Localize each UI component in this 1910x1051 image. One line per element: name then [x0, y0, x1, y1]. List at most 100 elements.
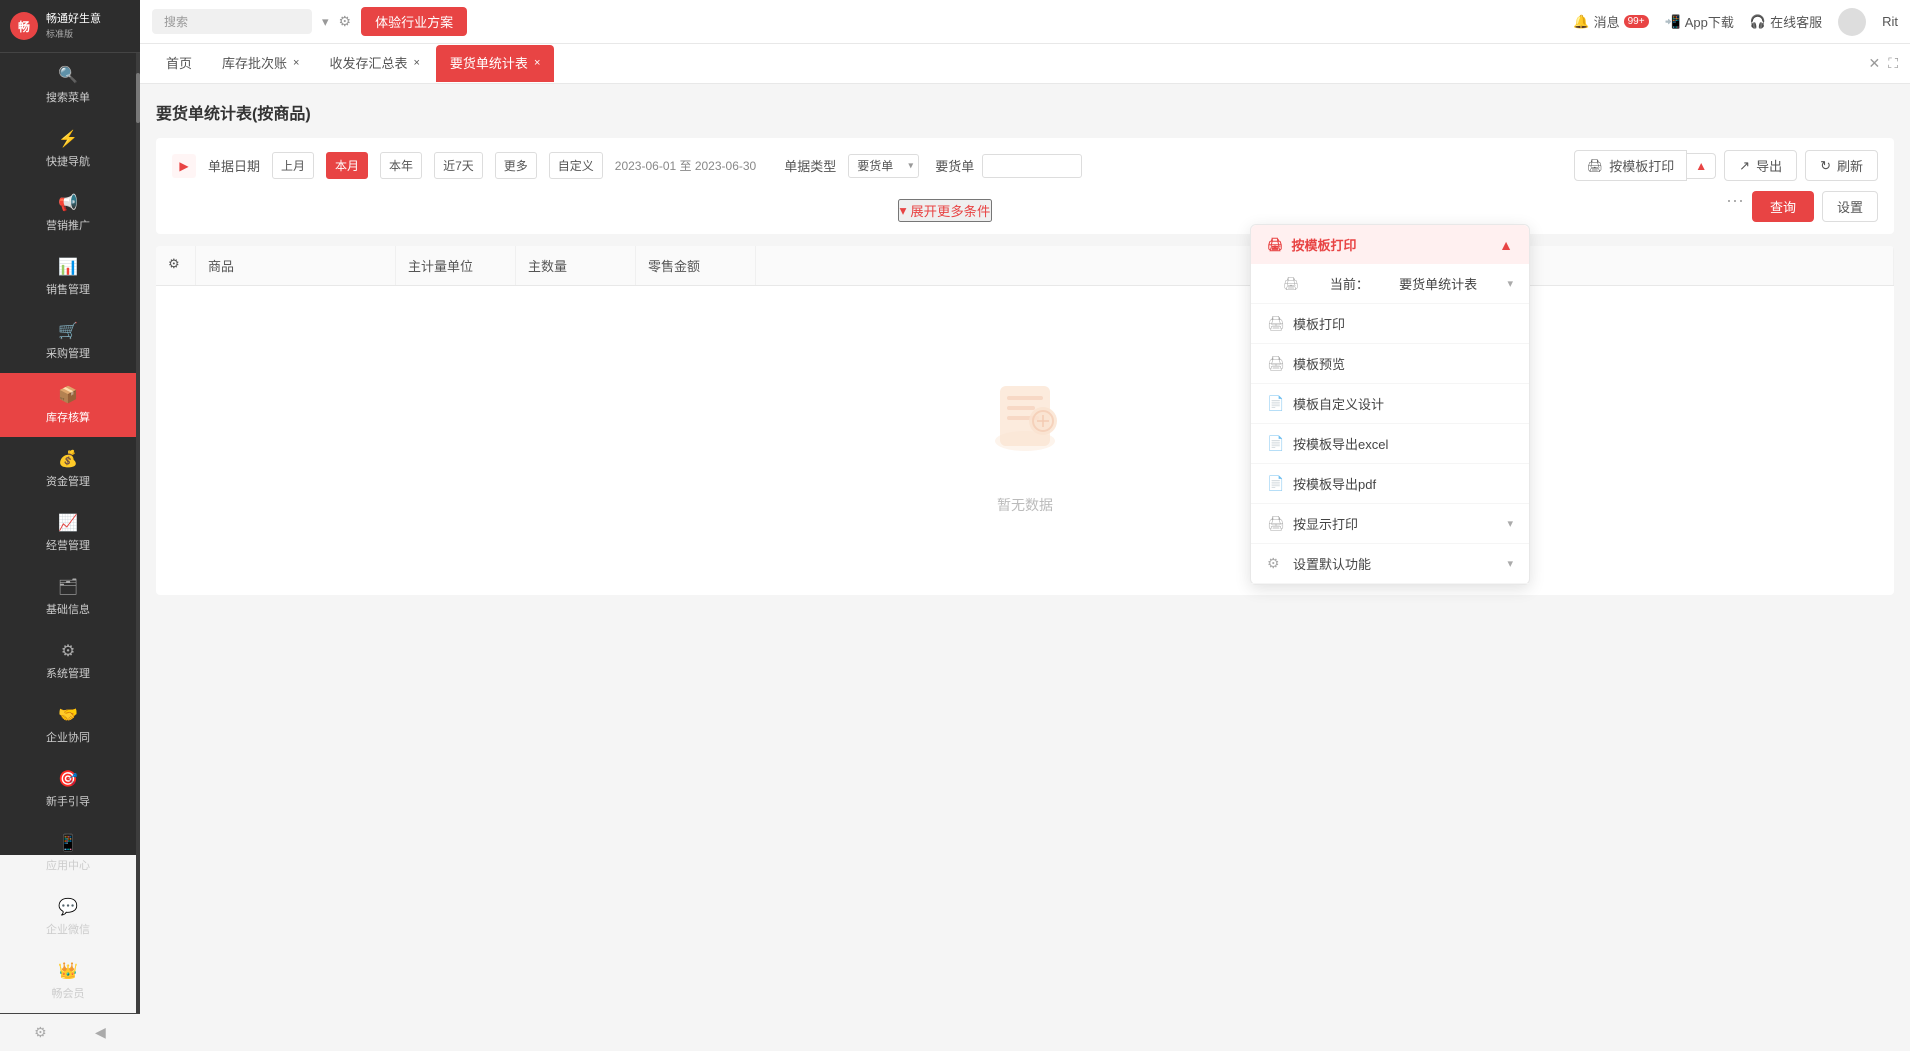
- sidebar-item-inventory[interactable]: 📦 库存核算: [0, 373, 136, 437]
- topbar-search[interactable]: 搜索: [152, 9, 312, 34]
- guide-icon: 🎯: [58, 769, 78, 789]
- topbar-gear-icon[interactable]: ⚙: [339, 13, 352, 30]
- date-7days[interactable]: 近7天: [434, 152, 483, 179]
- type-select[interactable]: 要货单: [848, 154, 919, 178]
- empty-text: 暂无数据: [997, 495, 1053, 515]
- close-window-icon[interactable]: ✕: [1868, 55, 1880, 72]
- date-prev-month[interactable]: 上月: [272, 152, 314, 179]
- filter-expand-left[interactable]: ▶: [172, 154, 196, 178]
- search-icon: 🔍: [58, 65, 78, 85]
- sidebar-item-operation[interactable]: 📈 经营管理: [0, 501, 136, 565]
- username[interactable]: Rit: [1882, 14, 1898, 29]
- system-icon: ⚙: [61, 641, 75, 661]
- print-template-design-item[interactable]: 📄 模板自定义设计: [1251, 384, 1529, 424]
- more-options-icon[interactable]: ⋯: [1726, 191, 1744, 222]
- logo-icon: 畅: [10, 12, 38, 40]
- sidebar-item-guide[interactable]: 🎯 新手引导: [0, 757, 136, 821]
- template-print-label: 模板打印: [1293, 314, 1345, 333]
- app-logo: 畅 畅通好生意 标准版: [0, 0, 140, 53]
- settings-bottom-icon[interactable]: ⚙: [34, 1024, 47, 1041]
- sidebar-bottom: ⚙ ◀: [0, 1013, 140, 1051]
- current-label: 当前：: [1330, 274, 1369, 293]
- current-printer-icon: 🖨: [1283, 276, 1300, 292]
- tab-receipt-summary[interactable]: 收发存汇总表 ×: [315, 45, 433, 82]
- sidebar-item-sales[interactable]: 📊 销售管理: [0, 245, 136, 309]
- sidebar-label-collab: 企业协同: [46, 729, 90, 745]
- finance-icon: 💰: [58, 449, 78, 469]
- headset-icon: 🎧: [1750, 14, 1766, 30]
- sidebar-item-appstore[interactable]: 📱 应用中心: [0, 821, 136, 885]
- print-template-preview-item[interactable]: 🖨 模板预览: [1251, 344, 1529, 384]
- printer-icon: 🖨: [1587, 158, 1604, 174]
- display-print-item[interactable]: 🖨 按显示打印 ▾: [1251, 504, 1529, 544]
- sidebar-item-purchase[interactable]: 🛒 采购管理: [0, 309, 136, 373]
- expand-conditions-button[interactable]: ▾ 展开更多条件: [898, 199, 993, 222]
- sidebar-item-marketing[interactable]: 📢 营销推广: [0, 181, 136, 245]
- print-template-print-item[interactable]: 🖨 模板打印: [1251, 304, 1529, 344]
- template-design-label: 模板自定义设计: [1293, 394, 1384, 413]
- sidebar-label-guide: 新手引导: [46, 793, 90, 809]
- toggle-sidebar-icon[interactable]: ◀: [95, 1024, 106, 1041]
- sidebar-item-collab[interactable]: 🤝 企业协同: [0, 693, 136, 757]
- date-custom[interactable]: 自定义: [549, 152, 603, 179]
- basic-icon: 🗂: [58, 577, 78, 597]
- date-more[interactable]: 更多: [495, 152, 537, 179]
- display-print-label: 按显示打印: [1293, 514, 1358, 533]
- default-func-arrow: ▾: [1507, 557, 1513, 570]
- sidebar-item-wechat[interactable]: 💬 企业微信: [0, 885, 136, 949]
- mobile-icon: 📲: [1665, 14, 1681, 30]
- tab-order-stats-close[interactable]: ×: [534, 57, 540, 69]
- default-func-item[interactable]: ⚙ 设置默认功能 ▾: [1251, 544, 1529, 584]
- print-template-button[interactable]: 🖨 按模板打印: [1574, 150, 1688, 181]
- sidebar-label-operation: 经营管理: [46, 537, 90, 553]
- sidebar-label-inventory: 库存核算: [46, 409, 90, 425]
- export-button[interactable]: ↗ 导出: [1724, 150, 1797, 181]
- print-dropdown-toggle[interactable]: ▲: [1687, 153, 1716, 179]
- settings-button[interactable]: 设置: [1822, 191, 1878, 222]
- tab-order-stats[interactable]: 要货单统计表 ×: [436, 45, 554, 82]
- tab-inventory-batch[interactable]: 库存批次账 ×: [208, 45, 313, 82]
- goods-select[interactable]: [982, 154, 1082, 178]
- date-filter-label: 单据日期: [208, 156, 260, 175]
- template-preview-icon: 🖨: [1267, 355, 1283, 372]
- print-dropdown-close-icon[interactable]: ▲: [1499, 237, 1513, 253]
- col-gear[interactable]: ⚙: [156, 246, 196, 285]
- trial-button[interactable]: 体验行业方案: [361, 7, 467, 36]
- maximize-window-icon[interactable]: ⛶: [1888, 55, 1898, 72]
- tab-receipt-summary-label: 收发存汇总表: [329, 53, 407, 72]
- sidebar-item-member[interactable]: 👑 畅会员: [0, 949, 136, 1013]
- user-avatar[interactable]: [1838, 8, 1866, 36]
- sidebar-item-basic[interactable]: 🗂 基础信息: [0, 565, 136, 629]
- default-func-label: 设置默认功能: [1293, 554, 1371, 573]
- tab-home-label: 首页: [166, 53, 192, 72]
- notice-count: 99+: [1624, 15, 1649, 28]
- date-year[interactable]: 本年: [380, 152, 422, 179]
- topbar-right: 🔔 消息 99+ 📲 App下载 🎧 在线客服 Rit: [1573, 8, 1898, 36]
- printer-header-icon: 🖨: [1267, 237, 1284, 253]
- tab-inventory-batch-close[interactable]: ×: [293, 57, 299, 69]
- service-button[interactable]: 🎧 在线客服: [1750, 12, 1822, 31]
- app-download-button[interactable]: 📲 App下载: [1665, 12, 1734, 31]
- date-current-month[interactable]: 本月: [326, 152, 368, 179]
- query-button[interactable]: 查询: [1752, 191, 1814, 222]
- sidebar-label-marketing: 营销推广: [46, 217, 90, 233]
- sidebar-item-system[interactable]: ⚙ 系统管理: [0, 629, 136, 693]
- query-actions: ⋯ 查询 设置: [1726, 191, 1878, 222]
- sidebar-item-finance[interactable]: 💰 资金管理: [0, 437, 136, 501]
- sidebar-item-search[interactable]: 🔍 搜索菜单: [0, 53, 136, 117]
- page-content: 要货单统计表(按商品) ▶ 单据日期 上月 本月 本年 近7天 更多 自定义 2…: [140, 84, 1910, 855]
- current-arrow-icon: ▾: [1507, 277, 1513, 290]
- sidebar-item-quick-nav[interactable]: ⚡ 快捷导航: [0, 117, 136, 181]
- refresh-button[interactable]: ↻ 刷新: [1805, 150, 1878, 181]
- goods-filter-area: 要货单: [935, 154, 1082, 178]
- tabs-right: ✕ ⛶: [1868, 55, 1898, 72]
- search-dropdown-icon[interactable]: ▾: [322, 14, 329, 30]
- print-current-item[interactable]: 🖨 当前： 要货单统计表 ▾: [1251, 264, 1529, 304]
- inventory-icon: 📦: [58, 385, 78, 405]
- print-export-pdf-item[interactable]: 📄 按模板导出pdf: [1251, 464, 1529, 504]
- tab-home[interactable]: 首页: [152, 45, 206, 82]
- notice-button[interactable]: 🔔 消息 99+: [1573, 12, 1648, 31]
- tab-receipt-summary-close[interactable]: ×: [413, 57, 419, 69]
- print-export-excel-item[interactable]: 📄 按模板导出excel: [1251, 424, 1529, 464]
- export-excel-label: 按模板导出excel: [1293, 434, 1388, 453]
